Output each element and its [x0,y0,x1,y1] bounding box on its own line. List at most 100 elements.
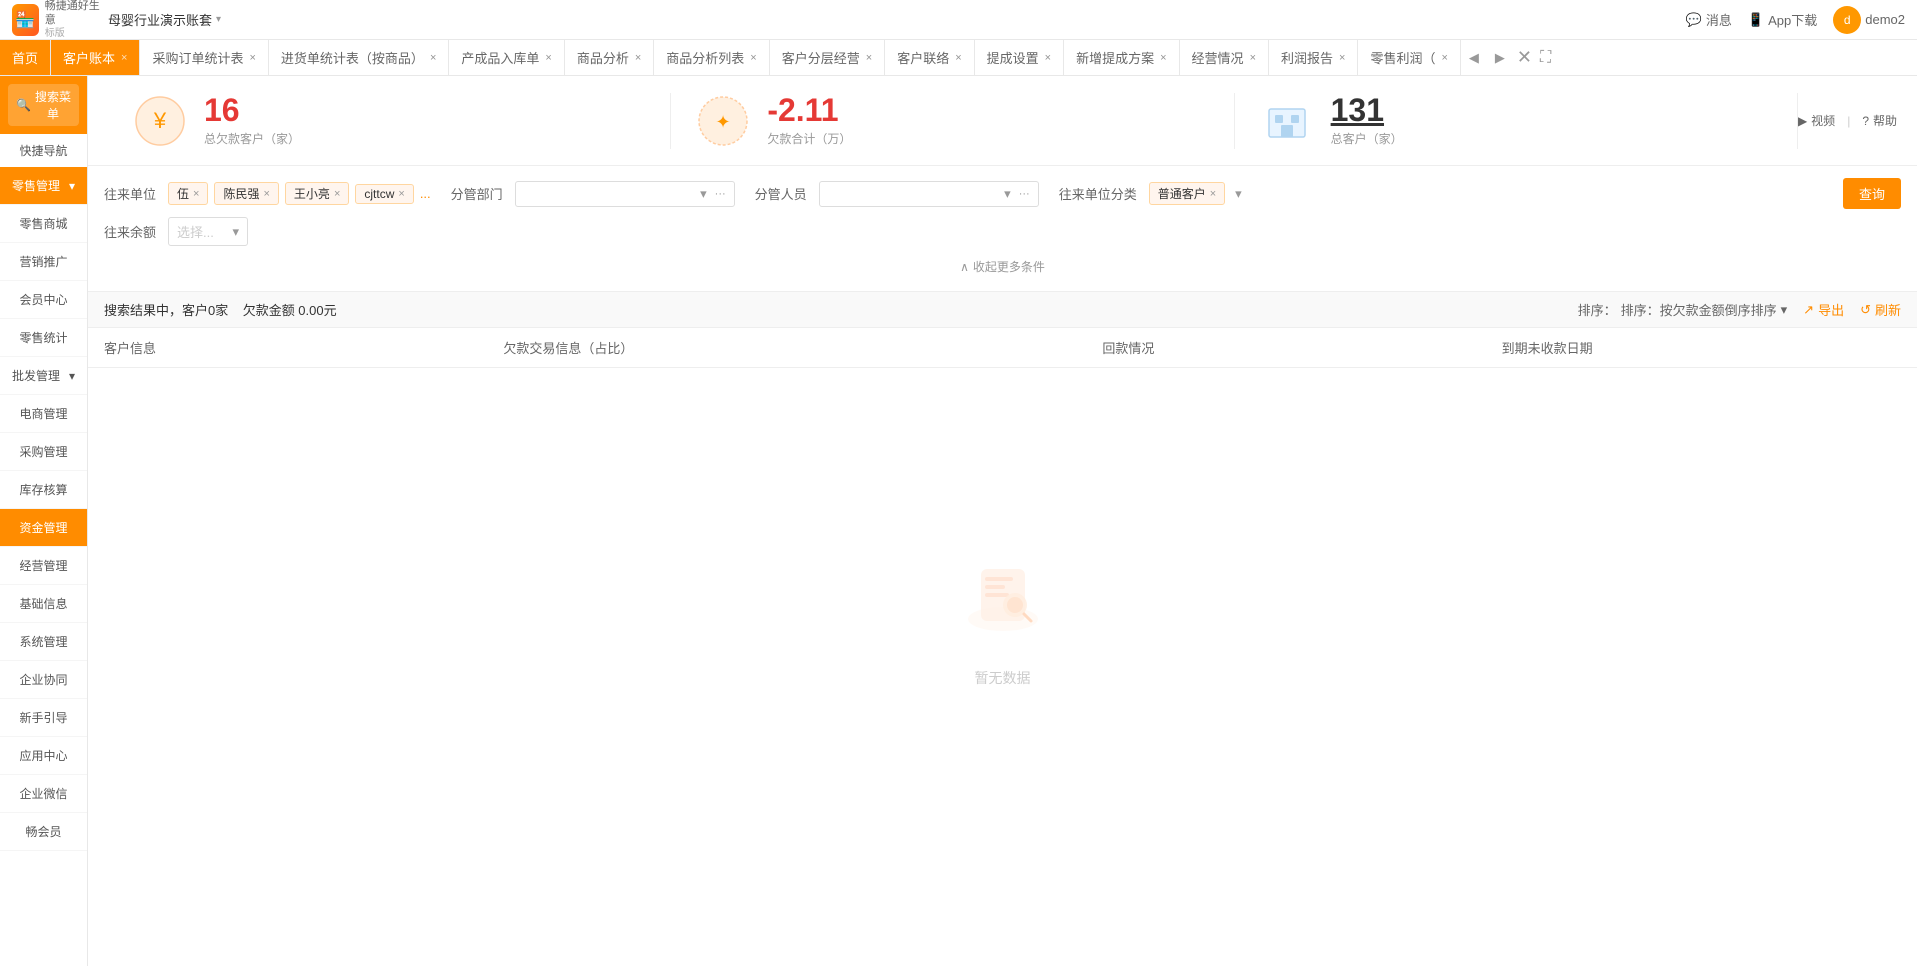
data-table: 客户信息 欠款交易信息（占比） 回款情况 到期未收款日期 [88,328,1917,966]
sidebar-search: 🔍 搜索菜单 [0,76,87,134]
stat-card-debt-amount: ✦ -2.11 欠款合计（万） [671,93,1234,149]
tab-product-analysis-list[interactable]: 商品分析列表 × [654,40,769,76]
sidebar-item-retail-mall[interactable]: 零售商城 [0,205,87,243]
filter-dept-more[interactable]: ··· [715,188,726,200]
close-tab-icon[interactable]: × [1160,52,1166,64]
sidebar-item-new-guide[interactable]: 新手引导 [0,699,87,737]
close-tab-icon[interactable]: × [1250,52,1256,64]
export-icon: ↗ [1803,302,1814,318]
tab-home[interactable]: 首页 [0,40,51,76]
sidebar-item-finance[interactable]: 资金管理 [0,509,87,547]
chevron-down-icon[interactable]: ▾ [1235,186,1242,202]
sidebar-item-membership[interactable]: 会员中心 [0,281,87,319]
close-tab-icon[interactable]: × [866,52,872,64]
sidebar-item-system[interactable]: 系统管理 [0,623,87,661]
help-button[interactable]: ? 帮助 [1862,112,1897,129]
sidebar-item-purchase[interactable]: 采购管理 [0,433,87,471]
tab-more-button[interactable]: ◀ [1461,50,1487,66]
sidebar-item-basic-info[interactable]: 基础信息 [0,585,87,623]
tab-next-button[interactable]: ▶ [1487,50,1513,66]
top-bar-left: 🏪 畅捷通好生意 标版 母婴行业演示账套 ▾ [12,0,221,40]
app-download-button[interactable]: 📱 App下载 [1748,10,1817,29]
tab-profit-report[interactable]: 利润报告 × [1269,40,1358,76]
sidebar-item-retail-stats[interactable]: 零售统计 [0,319,87,357]
logo-area: 🏪 畅捷通好生意 标版 [12,0,100,40]
stat-info-debt-customers: 16 总欠款客户（家） [204,94,300,147]
stat-info-debt-amount: -2.11 欠款合计（万） [767,94,851,147]
sidebar-item-wholesale-management[interactable]: 批发管理 ▾ [0,357,87,395]
stat-label-debt-amount: 欠款合计（万） [767,130,851,147]
tab-product-analysis[interactable]: 商品分析 × [565,40,654,76]
close-tab-icon[interactable]: × [1339,52,1345,64]
tab-customer-segmentation[interactable]: 客户分层经营 × [770,40,885,76]
stat-info-total-customers: 131 总客户（家） [1331,94,1403,147]
collapse-filter-button[interactable]: ∧ 收起更多条件 [104,254,1901,279]
query-button[interactable]: 查询 [1843,178,1901,209]
tab-customer-contact[interactable]: 客户联络 × [885,40,974,76]
filter-label-person: 分管人员 [755,184,807,203]
video-help-button[interactable]: ▶ 视频 [1798,112,1835,129]
empty-illustration: 暂无数据 [953,549,1053,688]
close-tab-icon[interactable]: × [955,52,961,64]
tab-customer-ledger[interactable]: 客户账本 × [51,40,140,76]
close-tab-icon[interactable]: × [430,52,436,64]
sidebar-item-enterprise-collab[interactable]: 企业协同 [0,661,87,699]
tab-business-situation[interactable]: 经营情况 × [1180,40,1269,76]
tab-retail-profit[interactable]: 零售利润（ × [1358,40,1460,76]
user-avatar-button[interactable]: d demo2 [1833,6,1905,34]
logo-icon: 🏪 [12,4,39,36]
export-button[interactable]: ↗ 导出 [1803,300,1844,319]
close-tab-icon[interactable]: × [635,52,641,64]
close-tab-icon[interactable]: × [121,52,127,64]
stat-value-debt-amount: -2.11 [767,94,851,126]
messages-button[interactable]: 💬 消息 [1686,10,1732,29]
remove-tag-wang[interactable]: × [334,188,340,200]
filter-person-more[interactable]: ··· [1019,188,1030,200]
filter-label-balance: 往来余额 [104,222,156,241]
close-tab-icon[interactable]: × [1045,52,1051,64]
filter-select-dept[interactable]: ▾ ··· [515,181,735,207]
filter-label-unit: 往来单位 [104,184,156,203]
remove-tag-wu[interactable]: × [193,188,199,200]
sidebar-item-inventory[interactable]: 库存核算 [0,471,87,509]
search-menu-button[interactable]: 🔍 搜索菜单 [8,84,79,126]
filter-row-balance: 往来余额 选择... ▾ [104,217,1901,246]
sidebar-item-retail-management[interactable]: 零售管理 ▾ [0,167,87,205]
search-icon: 🔍 [16,98,31,112]
close-tab-icon[interactable]: × [750,52,756,64]
remove-tag-cjttcw[interactable]: × [398,188,404,200]
filter-input-balance[interactable]: 选择... ▾ [168,217,248,246]
remove-tag-chen[interactable]: × [263,188,269,200]
refresh-button[interactable]: ↺ 刷新 [1860,300,1901,319]
tab-new-commission-plan[interactable]: 新增提成方案 × [1064,40,1179,76]
close-tab-icon[interactable]: × [545,52,551,64]
sidebar-item-member-plus[interactable]: 畅会员 [0,813,87,851]
filter-more-tags[interactable]: ... [420,186,431,201]
stat-value-debt-customers: 16 [204,94,300,126]
message-icon: 💬 [1686,12,1702,28]
sidebar-item-marketing[interactable]: 营销推广 [0,243,87,281]
close-tab-icon[interactable]: × [1441,52,1447,64]
sidebar-item-ecommerce[interactable]: 电商管理 [0,395,87,433]
sidebar-item-enterprise-wechat[interactable]: 企业微信 [0,775,87,813]
close-all-tabs-button[interactable]: ✕ [1513,45,1536,70]
refresh-icon: ↺ [1860,302,1871,318]
fullscreen-button[interactable]: ⛶ [1536,47,1555,69]
table-body-empty: 暂无数据 [88,368,1917,868]
tab-goods-stats[interactable]: 进货单统计表（按商品）× [269,40,449,76]
tab-product-inbound[interactable]: 产成品入库单 × [449,40,564,76]
table-header-due-date: 到期未收款日期 [1502,338,1901,357]
org-selector[interactable]: 母婴行业演示账套 ▾ [108,10,221,29]
sidebar-item-quick-nav[interactable]: 快捷导航 [0,134,87,167]
sidebar-item-app-center[interactable]: 应用中心 [0,737,87,775]
filter-tag-wang: 王小亮 × [285,182,349,205]
filter-row-unit: 往来单位 伍 × 陈民强 × 王小亮 × cjttcw [104,178,1901,209]
remove-tag-normal-customer[interactable]: × [1210,188,1216,200]
close-tab-icon[interactable]: × [249,52,255,64]
tab-purchase-order-stats[interactable]: 采购订单统计表 × [140,40,268,76]
tab-commission-settings[interactable]: 提成设置 × [975,40,1064,76]
sort-select[interactable]: 排序： 排序：按欠款金额倒序排序 ▾ [1578,300,1788,319]
filter-select-person[interactable]: ▾ ··· [819,181,1039,207]
filter-label-unit-type: 往来单位分类 [1059,184,1137,203]
sidebar-item-operations[interactable]: 经营管理 [0,547,87,585]
